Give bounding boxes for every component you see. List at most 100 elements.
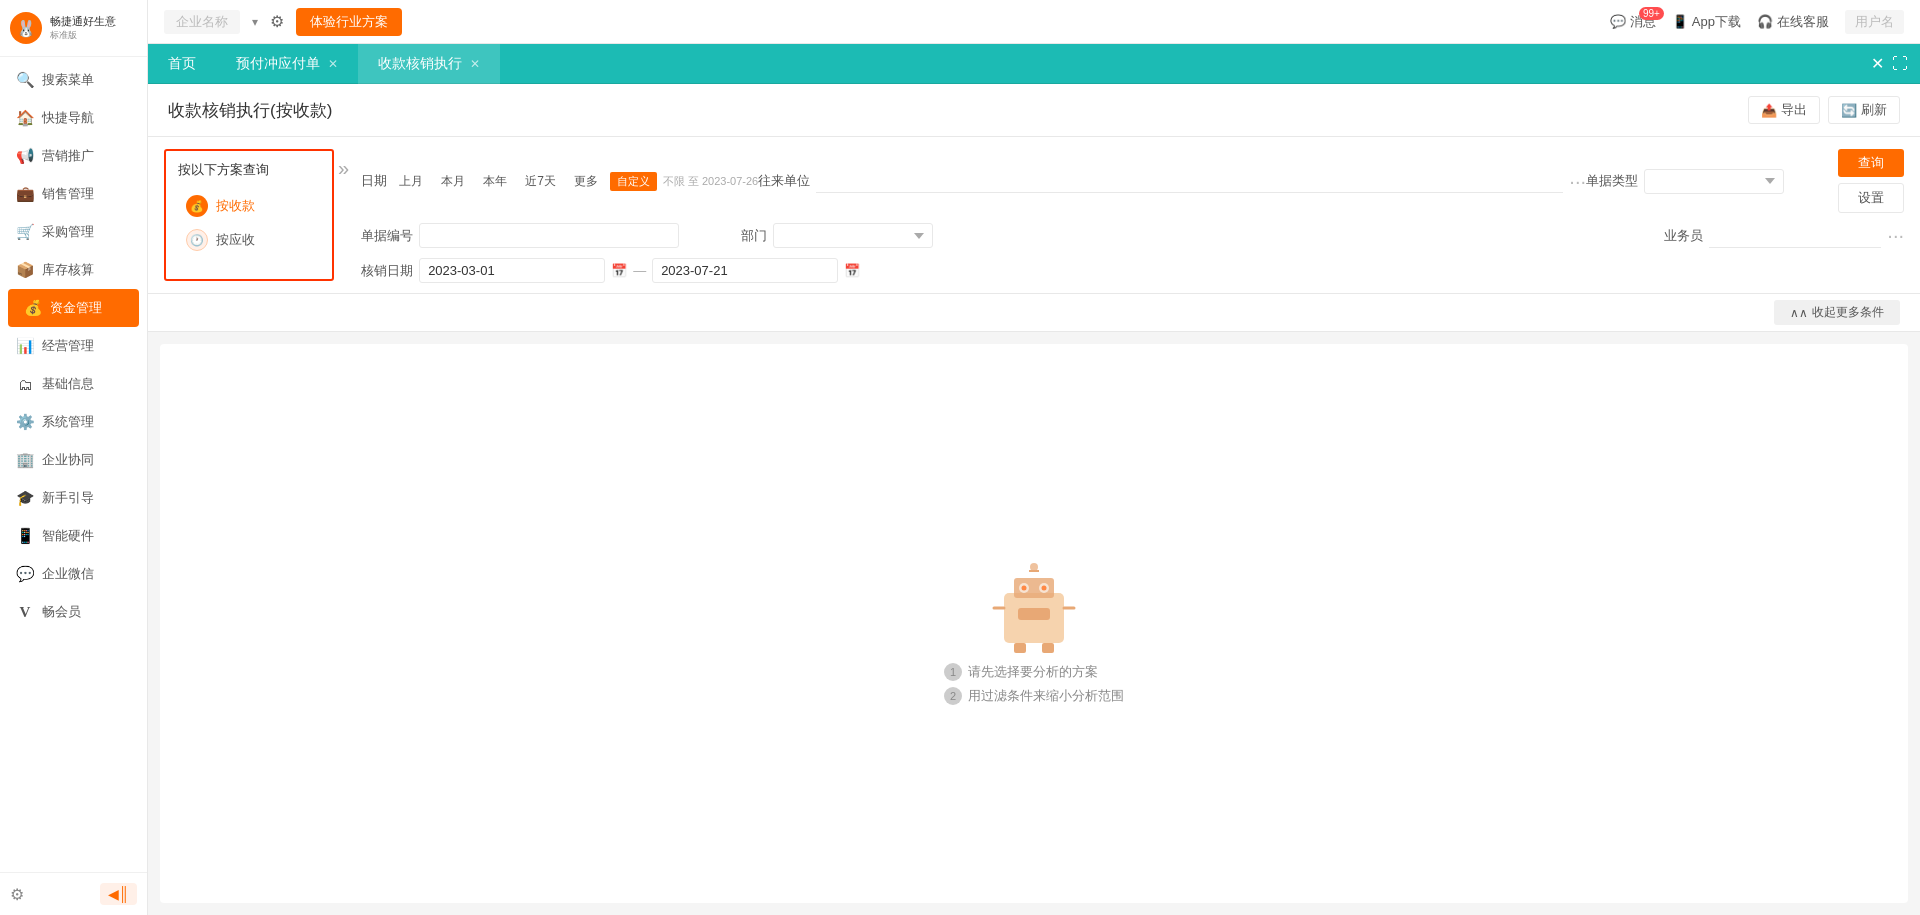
date-this-month[interactable]: 本月 <box>435 171 471 192</box>
headset-icon: 🎧 <box>1757 14 1773 29</box>
doc-no-input[interactable] <box>419 223 679 248</box>
sidebar-item-member[interactable]: V 畅会员 <box>0 593 147 631</box>
staff-input-area[interactable] <box>1709 224 1881 248</box>
content-header: 收款核销执行(按收款) 📤 导出 🔄 刷新 <box>148 84 1920 137</box>
svg-point-5 <box>1042 585 1047 590</box>
prepay-close-icon[interactable]: ✕ <box>328 57 338 71</box>
building-icon: 🏢 <box>16 451 34 469</box>
user-account[interactable]: 用户名 <box>1845 10 1904 34</box>
empty-tip-2: 用过滤条件来缩小分析范围 <box>968 687 1124 705</box>
sidebar-item-quick-nav[interactable]: 🏠 快捷导航 <box>0 99 147 137</box>
sidebar-item-label: 销售管理 <box>42 185 94 203</box>
collect-option-label: 按收款 <box>216 197 255 215</box>
date-custom-badge[interactable]: 自定义 <box>610 172 657 191</box>
date-label: 日期 <box>361 172 387 190</box>
query-button[interactable]: 查询 <box>1838 149 1904 177</box>
counterpart-filter: 往来单位 ··· <box>758 169 1586 193</box>
solution-button[interactable]: 体验行业方案 <box>296 8 402 36</box>
empty-tip-1: 请先选择要分析的方案 <box>968 663 1098 681</box>
sidebar-item-sales[interactable]: 💼 销售管理 <box>0 175 147 213</box>
staff-dots-icon[interactable]: ··· <box>1887 224 1904 247</box>
app-download-button[interactable]: 📱 App下载 <box>1672 13 1741 31</box>
receivable-option-icon: 🕐 <box>186 229 208 251</box>
verify-date-end-calendar-icon[interactable]: 📅 <box>844 263 860 278</box>
svg-point-4 <box>1022 585 1027 590</box>
dropdown-icon[interactable]: ▾ <box>252 15 258 29</box>
filter-option-by-receivable[interactable]: 🕐 按应收 <box>178 223 320 257</box>
tab-collect[interactable]: 收款核销执行 ✕ <box>358 44 500 84</box>
collapse-chevron-icon: ∧∧ <box>1790 306 1808 320</box>
svg-point-12 <box>1030 563 1038 571</box>
svg-rect-9 <box>1014 643 1026 653</box>
topbar-brand: 企业名称 <box>164 10 240 34</box>
doc-no-filter: 单据编号 <box>361 223 741 248</box>
verify-date-separator: — <box>633 263 646 278</box>
sidebar-item-enterprise[interactable]: 🏢 企业协同 <box>0 441 147 479</box>
sidebar: 🐰 畅捷通好生意 标准版 🔍 搜索菜单 🏠 快捷导航 📢 营销推广 💼 销售管理… <box>0 0 148 915</box>
sidebar-item-guide[interactable]: 🎓 新手引导 <box>0 479 147 517</box>
nav-list: 🔍 搜索菜单 🏠 快捷导航 📢 营销推广 💼 销售管理 🛒 采购管理 📦 库存核… <box>0 57 147 872</box>
sidebar-item-label: 基础信息 <box>42 375 94 393</box>
briefcase-icon: 💼 <box>16 185 34 203</box>
sidebar-item-label: 营销推广 <box>42 147 94 165</box>
collect-close-icon[interactable]: ✕ <box>470 57 480 71</box>
search-icon: 🔍 <box>16 71 34 89</box>
sidebar-item-label: 经营管理 <box>42 337 94 355</box>
collapse-more-label: 收起更多条件 <box>1812 304 1884 321</box>
verify-date-start-input[interactable] <box>419 258 605 283</box>
sidebar-item-marketing[interactable]: 📢 营销推广 <box>0 137 147 175</box>
sidebar-item-hardware[interactable]: 📱 智能硬件 <box>0 517 147 555</box>
topbar-gear-icon[interactable]: ⚙ <box>270 12 284 31</box>
sidebar-item-operations[interactable]: 📊 经营管理 <box>0 327 147 365</box>
date-7days[interactable]: 近7天 <box>519 171 562 192</box>
sidebar-item-basic-info[interactable]: 🗂 基础信息 <box>0 365 147 403</box>
counterpart-input-area[interactable] <box>816 169 1563 193</box>
sidebar-item-search[interactable]: 🔍 搜索菜单 <box>0 61 147 99</box>
tip-num-1: 1 <box>944 663 962 681</box>
filter-option-by-collect[interactable]: 💰 按收款 <box>178 189 320 223</box>
tab-close-all-icon[interactable]: ✕ <box>1871 54 1884 73</box>
settings-button[interactable]: 设置 <box>1838 183 1904 213</box>
settings-icon[interactable]: ⚙ <box>10 885 24 904</box>
sidebar-item-purchase[interactable]: 🛒 采购管理 <box>0 213 147 251</box>
scheme-collapse-icon[interactable]: » <box>334 153 353 184</box>
doc-no-label: 单据编号 <box>361 227 413 245</box>
verify-date-start-calendar-icon[interactable]: 📅 <box>611 263 627 278</box>
verify-date-end-input[interactable] <box>652 258 838 283</box>
collapse-more-button[interactable]: ∧∧ 收起更多条件 <box>1774 300 1900 325</box>
empty-state: 1 请先选择要分析的方案 2 用过滤条件来缩小分析范围 <box>160 344 1908 903</box>
tab-home[interactable]: 首页 <box>148 44 216 84</box>
tab-expand-icon[interactable]: ⛶ <box>1892 55 1908 73</box>
tip-num-2: 2 <box>944 687 962 705</box>
online-service-label: 在线客服 <box>1777 13 1829 31</box>
counterpart-dots-icon[interactable]: ··· <box>1569 170 1586 193</box>
sidebar-item-label: 智能硬件 <box>42 527 94 545</box>
sidebar-item-finance[interactable]: 💰 资金管理 <box>8 289 139 327</box>
online-service-button[interactable]: 🎧 在线客服 <box>1757 13 1829 31</box>
sidebar-item-system[interactable]: ⚙️ 系统管理 <box>0 403 147 441</box>
sidebar-item-label: 畅会员 <box>42 603 81 621</box>
folder-icon: 🗂 <box>16 375 34 393</box>
export-button[interactable]: 📤 导出 <box>1748 96 1820 124</box>
refresh-button[interactable]: 🔄 刷新 <box>1828 96 1900 124</box>
message-button[interactable]: 💬 消息 99+ <box>1610 13 1656 31</box>
sidebar-item-inventory[interactable]: 📦 库存核算 <box>0 251 147 289</box>
empty-illustration <box>974 543 1094 663</box>
collect-tab-label: 收款核销执行 <box>378 55 462 73</box>
date-more[interactable]: 更多 <box>568 171 604 192</box>
dept-select[interactable] <box>773 223 933 248</box>
empty-tips: 1 请先选择要分析的方案 2 用过滤条件来缩小分析范围 <box>944 663 1124 705</box>
date-this-year[interactable]: 本年 <box>477 171 513 192</box>
filter-row-3: 核销日期 📅 — 📅 <box>361 258 1904 283</box>
megaphone-icon: 📢 <box>16 147 34 165</box>
tab-prepay[interactable]: 预付冲应付单 ✕ <box>216 44 358 84</box>
date-prev-month[interactable]: 上月 <box>393 171 429 192</box>
cart-icon: 🛒 <box>16 223 34 241</box>
collapse-bar: ∧∧ 收起更多条件 <box>148 294 1920 332</box>
filter-scheme-panel: 按以下方案查询 💰 按收款 🕐 按应收 <box>164 149 334 281</box>
collect-option-icon: 💰 <box>186 195 208 217</box>
sidebar-item-wechat[interactable]: 💬 企业微信 <box>0 555 147 593</box>
doc-type-label: 单据类型 <box>1586 172 1638 190</box>
sidebar-collapse-btn[interactable]: ◀║ <box>100 883 137 905</box>
doc-type-select[interactable] <box>1644 169 1784 194</box>
